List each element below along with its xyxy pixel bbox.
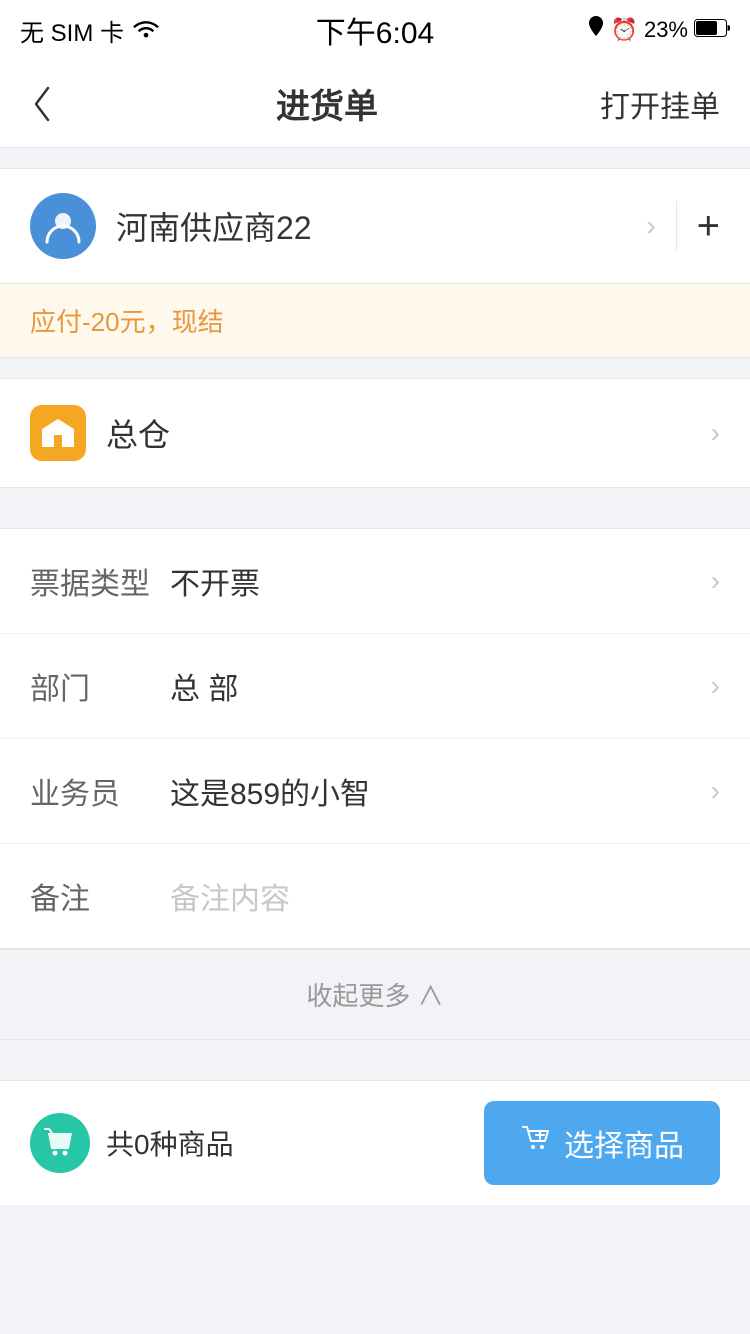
supplier-divider (676, 201, 677, 251)
page-title: 进货单 (276, 79, 378, 128)
add-supplier-button[interactable]: + (697, 204, 720, 249)
supplier-avatar (30, 193, 96, 259)
battery-icon (694, 17, 730, 43)
note-label: 备注 (30, 874, 150, 918)
wifi-icon (132, 16, 160, 45)
nav-bar: 进货单 打开挂单 (0, 60, 750, 148)
note-row[interactable]: 备注 备注内容 (0, 844, 750, 948)
open-pending-button[interactable]: 打开挂单 (600, 82, 720, 126)
status-time: 下午6:04 (316, 8, 434, 52)
warehouse-icon (30, 405, 86, 461)
carrier-label: 无 SIM 卡 (20, 13, 124, 48)
sales-value: 这是859的小智 (170, 769, 701, 813)
form-section: 票据类型 不开票 › 部门 总 部 › 业务员 这是859的小智 › 备注 备注… (0, 528, 750, 949)
invoice-value: 不开票 (170, 559, 701, 603)
department-chevron-icon: › (711, 670, 720, 702)
location-icon (587, 16, 605, 44)
section-gap-3 (0, 488, 750, 508)
chevron-right-icon: › (646, 210, 655, 242)
battery-label: 23% (644, 17, 688, 43)
select-product-button[interactable]: 选择商品 (484, 1101, 720, 1185)
product-bar: 共0种商品 选择商品 (0, 1080, 750, 1205)
invoice-chevron-icon: › (711, 565, 720, 597)
warehouse-row[interactable]: 总仓 › (0, 378, 750, 488)
supplier-section: 河南供应商22 › + 应付-20元，现结 (0, 168, 750, 358)
warehouse-name: 总仓 (106, 410, 701, 456)
department-label: 部门 (30, 664, 150, 708)
sales-row[interactable]: 业务员 这是859的小智 › (0, 739, 750, 844)
status-left: 无 SIM 卡 (20, 13, 160, 48)
supplier-row[interactable]: 河南供应商22 › + (0, 169, 750, 284)
collapse-label: 收起更多 ∧ (306, 981, 443, 1011)
department-value: 总 部 (170, 664, 701, 708)
supplier-name: 河南供应商22 (116, 203, 636, 249)
status-bar: 无 SIM 卡 下午6:04 ⏰ 23% (0, 0, 750, 60)
alarm-icon: ⏰ (611, 17, 638, 43)
sales-label: 业务员 (30, 769, 150, 813)
status-right: ⏰ 23% (587, 16, 730, 44)
section-gap-2 (0, 358, 750, 378)
department-row[interactable]: 部门 总 部 › (0, 634, 750, 739)
back-button[interactable] (30, 84, 54, 124)
product-count: 共0种商品 (30, 1113, 234, 1173)
invoice-label: 票据类型 (30, 559, 150, 603)
select-product-label: 选择商品 (564, 1121, 684, 1165)
product-count-label: 共0种商品 (106, 1123, 234, 1163)
collapse-bar[interactable]: 收起更多 ∧ (0, 949, 750, 1040)
warehouse-chevron-icon: › (711, 417, 720, 449)
cart-plus-icon (520, 1123, 552, 1163)
product-icon (30, 1113, 90, 1173)
note-input[interactable]: 备注内容 (170, 874, 720, 918)
sales-chevron-icon: › (711, 775, 720, 807)
section-gap-4 (0, 1040, 750, 1060)
supplier-notice: 应付-20元，现结 (0, 284, 750, 357)
section-gap-1 (0, 148, 750, 168)
invoice-row[interactable]: 票据类型 不开票 › (0, 529, 750, 634)
